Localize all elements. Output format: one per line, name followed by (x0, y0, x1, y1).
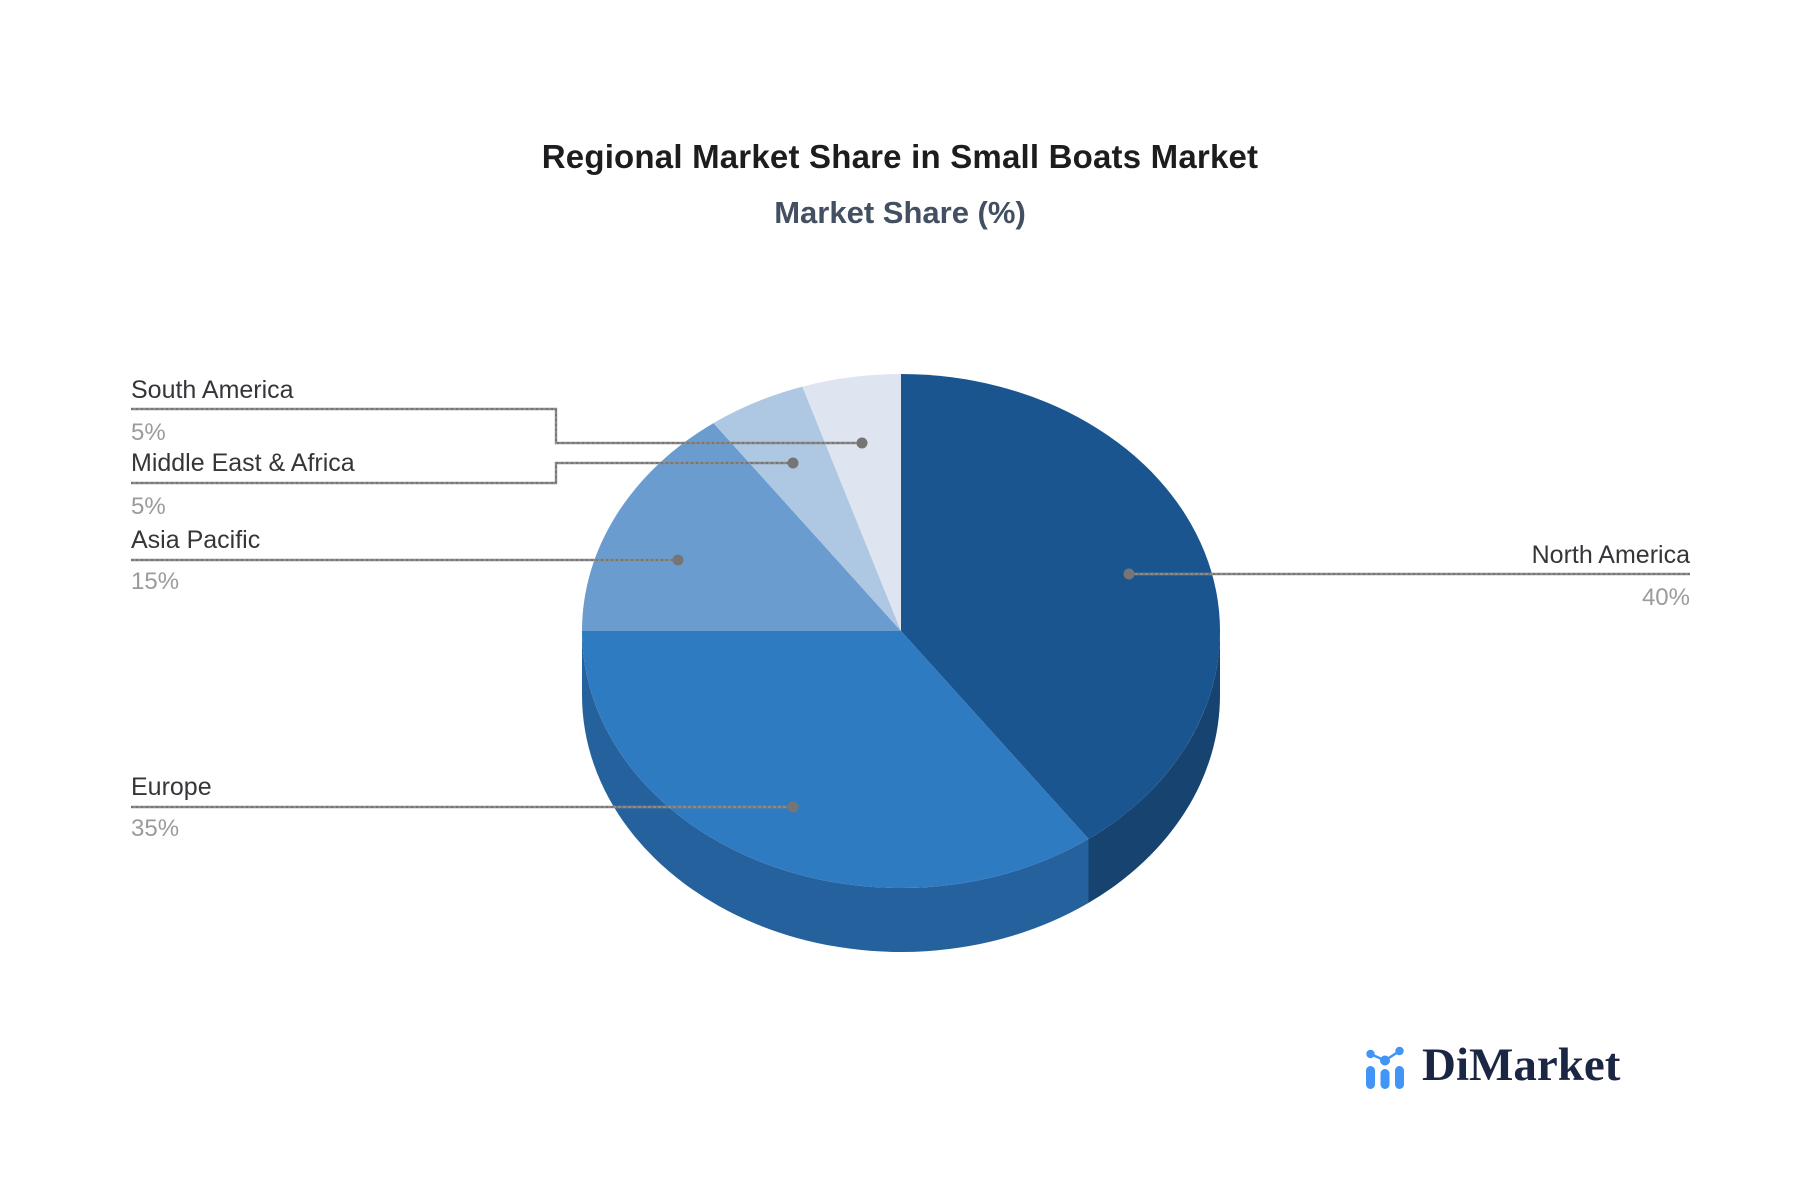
slice-value-asia-pacific: 15% (131, 568, 180, 595)
pie-chart (131, 374, 1690, 952)
leader-dot-4 (856, 437, 868, 449)
slice-label-north-america: North America (1531, 541, 1690, 569)
slice-label-middle-east-africa: Middle East & Africa (131, 449, 355, 477)
bar-chart-trend-icon (1366, 1046, 1404, 1089)
slice-value-north-america: 40% (1641, 584, 1690, 611)
slice-label-europe: Europe (131, 773, 212, 801)
logo-text: DiMarket (1422, 1039, 1621, 1091)
leader-dot-1 (787, 801, 799, 813)
slice-value-europe: 35% (131, 815, 180, 842)
leader-dot-0 (1123, 568, 1135, 580)
slice-value-middle-east-africa: 5% (131, 493, 166, 520)
slice-label-asia-pacific: Asia Pacific (131, 526, 261, 554)
slice-label-south-america: South America (131, 376, 294, 404)
dimarket-logo: DiMarket (1363, 1042, 1620, 1089)
leader-dot-3 (787, 457, 799, 469)
slice-value-south-america: 5% (131, 419, 166, 446)
leader-dot-2 (672, 554, 684, 566)
pie-chart-figure: Regional Market Share in Small Boats Mar… (0, 0, 1800, 1196)
